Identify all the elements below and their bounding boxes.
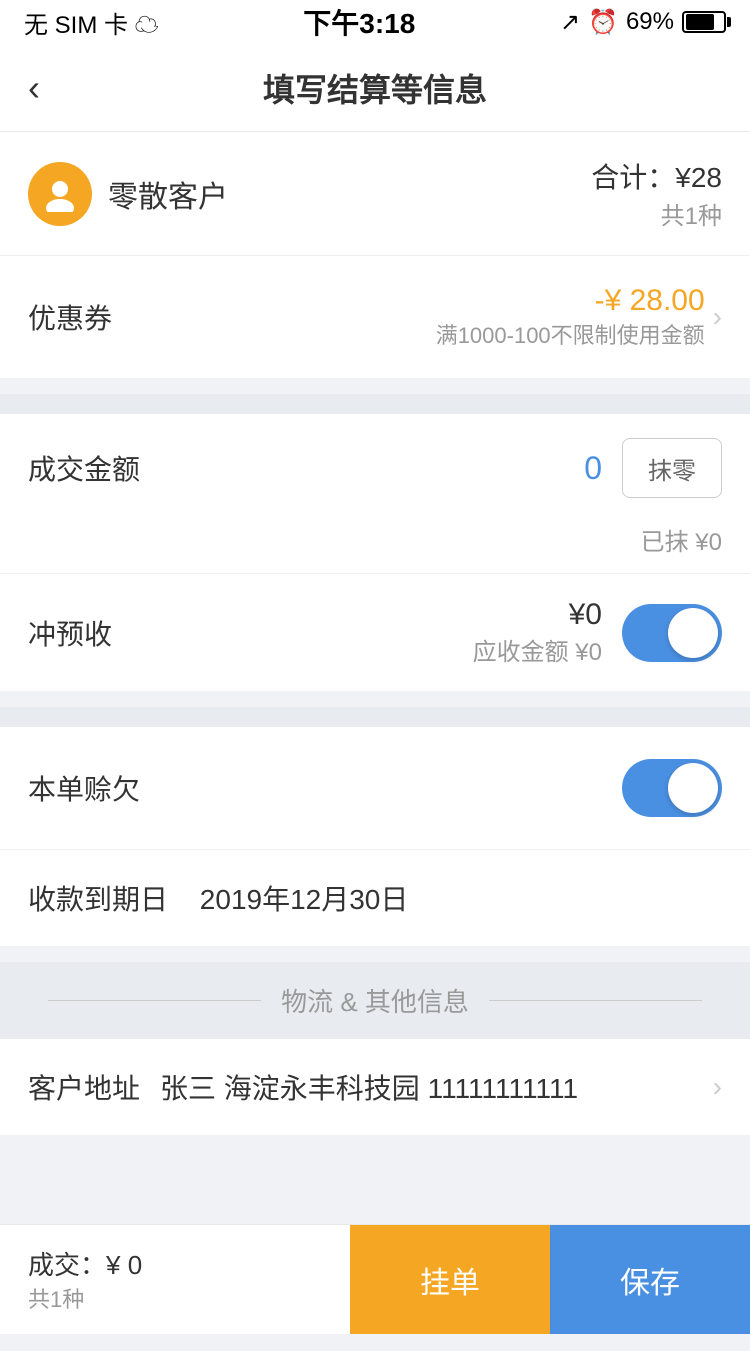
- precollect-right: ¥0 应收金额 ¥0: [473, 598, 722, 667]
- transaction-section: 成交金额 0 抹零 已抹 ¥0 冲预收 ¥0 应收金额 ¥0: [0, 414, 750, 691]
- bottom-deal-label: 成交：: [28, 1250, 106, 1280]
- status-time: 下午3:18: [303, 2, 415, 42]
- customer-left: 零散客户: [28, 162, 228, 226]
- status-bar: 无 SIM 卡 ☁ 下午3:18 ↗ ⏰ 69%: [0, 0, 750, 44]
- precollect-label: 冲预收: [28, 613, 112, 653]
- due-date-row: 收款到期日 2019年12月30日: [0, 849, 750, 946]
- battery-icon: [682, 11, 726, 33]
- divider-2: [0, 707, 750, 727]
- debt-row: 本单赊欠: [0, 727, 750, 849]
- coupon-row[interactable]: 优惠券 -¥ 28.00 满1000-100不限制使用金额 ›: [0, 255, 750, 378]
- save-button[interactable]: 保存: [550, 1225, 750, 1334]
- chevron-right-icon: ›: [713, 301, 722, 333]
- precollect-amounts: ¥0 应收金额 ¥0: [473, 598, 602, 667]
- debt-toggle-knob: [668, 763, 718, 813]
- divider-1: [0, 394, 750, 414]
- bottom-deal-count: 共1种: [28, 1282, 322, 1314]
- due-date-label: 收款到期日: [28, 884, 168, 915]
- debt-section: 本单赊欠 收款到期日 2019年12月30日: [0, 727, 750, 946]
- avatar: [28, 162, 92, 226]
- status-right: ↗ ⏰ 69%: [560, 8, 726, 37]
- bottom-info: 成交：¥ 0 共1种: [0, 1225, 350, 1334]
- due-date-value: 2019年12月30日: [200, 884, 409, 915]
- precollect-main-amount: ¥0: [473, 598, 602, 632]
- transaction-row: 成交金额 0 抹零: [0, 414, 750, 522]
- page-title: 填写结算等信息: [263, 65, 487, 111]
- address-row[interactable]: 客户地址 张三 海淀永丰科技园 11111111111 ›: [0, 1039, 750, 1135]
- address-value: 张三 海淀永丰科技园 11111111111: [160, 1067, 713, 1107]
- customer-right: 合计：¥28 共1种: [591, 156, 722, 231]
- address-label: 客户地址: [28, 1067, 140, 1107]
- customer-name: 零散客户: [108, 172, 228, 216]
- coupon-right: -¥ 28.00 满1000-100不限制使用金额 ›: [436, 284, 722, 350]
- transaction-value[interactable]: 0: [584, 450, 602, 487]
- bottom-deal-amount: 成交：¥ 0: [28, 1245, 322, 1282]
- total-amount: 合计：¥28: [591, 156, 722, 196]
- precollect-sub-amount: 应收金额 ¥0: [473, 632, 602, 667]
- debt-toggle[interactable]: [622, 759, 722, 817]
- address-section: 客户地址 张三 海淀永丰科技园 11111111111 ›: [0, 1039, 750, 1135]
- battery-percentage: 69%: [626, 8, 674, 36]
- location-icon: ↗: [560, 8, 580, 37]
- toggle-knob: [668, 608, 718, 658]
- debt-label: 本单赊欠: [28, 768, 140, 808]
- total-count: 共1种: [591, 196, 722, 231]
- logistics-label: 物流 & 其他信息: [281, 982, 469, 1019]
- logistics-section-header: 物流 & 其他信息: [0, 962, 750, 1039]
- transaction-label: 成交金额: [28, 448, 140, 488]
- alarm-icon: ⏰: [588, 8, 618, 37]
- sim-label: 无 SIM 卡 ☁: [24, 5, 159, 40]
- precollect-toggle[interactable]: [622, 604, 722, 662]
- coupon-label: 优惠券: [28, 297, 112, 337]
- customer-row: 零散客户 合计：¥28 共1种: [0, 132, 750, 255]
- coupon-description: 满1000-100不限制使用金额: [436, 318, 705, 350]
- bottom-bar: 成交：¥ 0 共1种 挂单 保存: [0, 1224, 750, 1334]
- transaction-sub-label: 已抹 ¥0: [641, 522, 722, 557]
- precollect-row: 冲预收 ¥0 应收金额 ¥0: [0, 573, 750, 691]
- hang-order-button[interactable]: 挂单: [350, 1225, 550, 1334]
- address-chevron-icon: ›: [713, 1071, 722, 1103]
- round-zero-button[interactable]: 抹零: [622, 438, 722, 498]
- coupon-discount: -¥ 28.00: [436, 284, 705, 318]
- customer-section: 零散客户 合计：¥28 共1种 优惠券 -¥ 28.00 满1000-100不限…: [0, 132, 750, 378]
- transaction-sub-row: 已抹 ¥0: [0, 522, 750, 573]
- back-button[interactable]: ‹: [28, 67, 40, 109]
- nav-bar: ‹ 填写结算等信息: [0, 44, 750, 132]
- bottom-deal-value: ¥ 0: [106, 1250, 142, 1280]
- status-left: 无 SIM 卡 ☁: [24, 5, 159, 40]
- coupon-info: -¥ 28.00 满1000-100不限制使用金额: [436, 284, 705, 350]
- transaction-right: 0 抹零: [584, 438, 722, 498]
